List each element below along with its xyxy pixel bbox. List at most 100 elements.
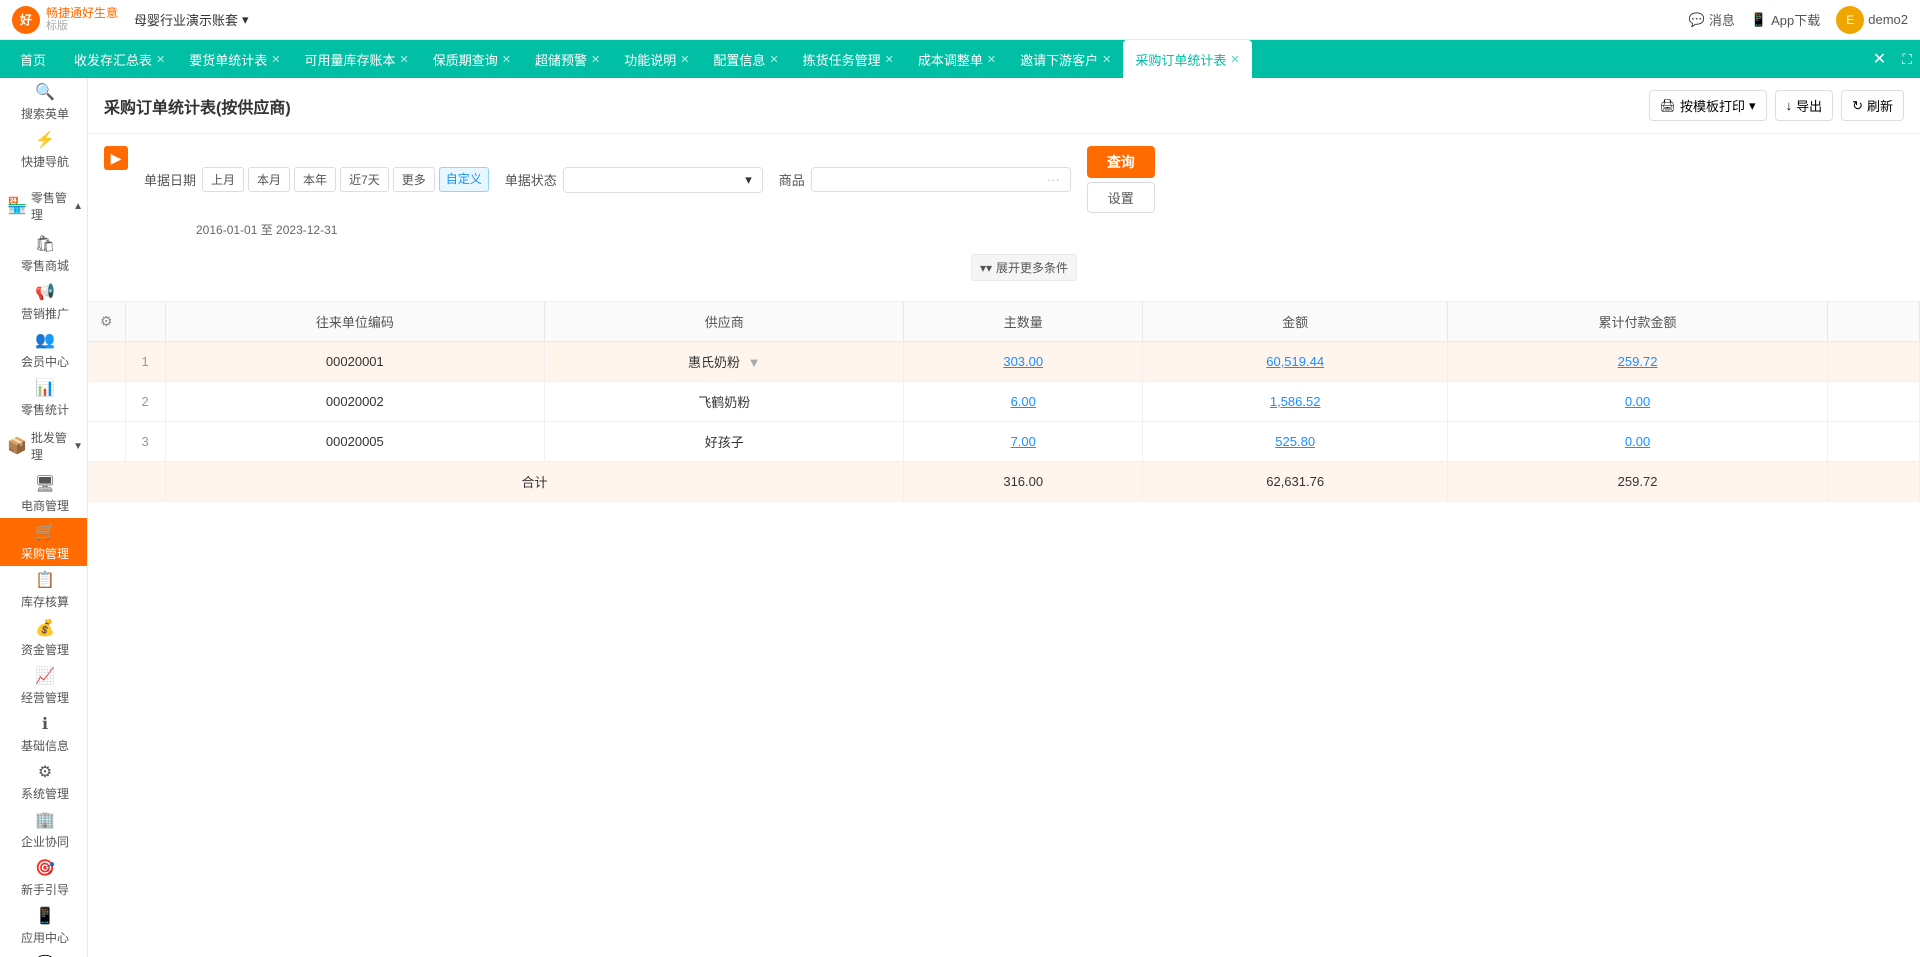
sidebar-item-enterprise-wechat[interactable]: 💬 企业微信 xyxy=(0,950,87,957)
app-center-icon: 📱 xyxy=(35,906,55,926)
expand-more-button[interactable]: ▾▾ 展开更多条件 xyxy=(971,254,1077,281)
date-btn-more[interactable]: 更多 xyxy=(393,167,435,192)
tab-cost-adjust[interactable]: 成本调整单 ✕ xyxy=(906,44,1008,74)
table-header-row: ⚙ 往来单位编码 供应商 主数量 金额 累计付款金额 xyxy=(88,302,1920,342)
td-amount: 1,586.52 xyxy=(1143,382,1448,422)
table-row: 3 00020005 好孩子 7.00 525.80 0.00 xyxy=(88,422,1920,462)
gear-icon[interactable]: ⚙ xyxy=(100,313,113,330)
close-icon[interactable]: ✕ xyxy=(591,53,600,66)
tab-receive-summary[interactable]: 收发存汇总表 ✕ xyxy=(62,44,177,74)
tab-home[interactable]: 首页 xyxy=(4,44,62,74)
message-action[interactable]: 💬 消息 xyxy=(1689,10,1735,29)
print-button[interactable]: 🖨 按模板打印 ▾ xyxy=(1649,90,1767,121)
status-select[interactable]: ▾ xyxy=(563,167,763,193)
close-icon[interactable]: ✕ xyxy=(156,53,165,66)
sidebar-item-finance[interactable]: 💰 资金管理 xyxy=(0,614,87,662)
table-header: ⚙ 往来单位编码 供应商 主数量 金额 累计付款金额 xyxy=(88,302,1920,342)
close-icon[interactable]: ✕ xyxy=(1230,53,1239,66)
td-row-num: 1 xyxy=(125,342,165,382)
sidebar-item-wholesale-mgmt[interactable]: 📦 批发管理 ▼ xyxy=(0,422,87,470)
user-name: demo2 xyxy=(1868,12,1908,27)
expand-more-label: 展开更多条件 xyxy=(996,259,1068,276)
app-download-label: App下载 xyxy=(1771,10,1820,29)
sidebar-item-ecommerce[interactable]: 🖥 电商管理 xyxy=(0,470,87,518)
close-icon[interactable]: ✕ xyxy=(271,53,280,66)
close-icon[interactable]: ✕ xyxy=(885,53,894,66)
td-total-paid: 259.72 xyxy=(1448,462,1828,502)
sidebar-item-retail-mgmt[interactable]: 🏪 零售管理 ▲ xyxy=(0,182,87,230)
date-btn-last-month[interactable]: 上月 xyxy=(202,167,244,192)
close-icon[interactable]: ✕ xyxy=(680,53,689,66)
filter-toggle-button[interactable]: ▶ xyxy=(104,146,128,170)
sidebar-item-inventory[interactable]: 📋 库存核算 xyxy=(0,566,87,614)
th-row-num xyxy=(125,302,165,342)
date-btn-this-year[interactable]: 本年 xyxy=(294,167,336,192)
td-checkbox xyxy=(88,382,125,422)
th-settings[interactable]: ⚙ xyxy=(88,302,125,342)
sidebar-item-quick-nav[interactable]: ⚡ 快捷导航 xyxy=(0,126,87,174)
nav-close-all-button[interactable]: ✕ xyxy=(1869,49,1890,69)
tab-function-desc[interactable]: 功能说明 ✕ xyxy=(612,44,701,74)
td-supplier-name: 飞鹤奶粉 xyxy=(545,382,904,422)
tab-config-info[interactable]: 配置信息 ✕ xyxy=(701,44,790,74)
basic-info-icon: ℹ xyxy=(42,714,48,734)
sidebar-item-retail-stats[interactable]: 📊 零售统计 xyxy=(0,374,87,422)
td-total-amount: 62,631.76 xyxy=(1143,462,1448,502)
date-btn-this-month[interactable]: 本月 xyxy=(248,167,290,192)
operations-icon: 📈 xyxy=(35,666,55,686)
close-icon[interactable]: ✕ xyxy=(987,53,996,66)
tab-overstock-alert[interactable]: 超储预警 ✕ xyxy=(523,44,612,74)
tab-task-mgmt[interactable]: 拣货任务管理 ✕ xyxy=(791,44,906,74)
status-filter: 单据状态 ▾ xyxy=(505,167,763,193)
app-download-action[interactable]: 📱 App下载 xyxy=(1751,10,1820,29)
sidebar-item-retail-mall[interactable]: 🛍 零售商城 xyxy=(0,230,87,278)
refresh-button[interactable]: ↻ 刷新 xyxy=(1841,90,1904,121)
close-icon[interactable]: ✕ xyxy=(400,53,409,66)
search-icon: 🔍 xyxy=(35,82,55,102)
nav-tabs: 首页 收发存汇总表 ✕ 要货单统计表 ✕ 可用量库存账本 ✕ 保质期查询 ✕ 超… xyxy=(0,40,1920,78)
sidebar-item-purchase-mgmt[interactable]: 🛒 采购管理 xyxy=(0,518,87,566)
sidebar-item-app-center[interactable]: 📱 应用中心 xyxy=(0,902,87,950)
goods-input[interactable] xyxy=(822,172,1043,187)
nav-expand-button[interactable]: ⛶ xyxy=(1898,51,1916,68)
query-button[interactable]: 查询 xyxy=(1087,146,1155,178)
tab-available-stock[interactable]: 可用量库存账本 ✕ xyxy=(292,44,420,74)
tab-purchase-summary[interactable]: 采购订单统计表 ✕ xyxy=(1123,40,1251,78)
sidebar-item-member-center[interactable]: 👥 会员中心 xyxy=(0,326,87,374)
workspace-selector[interactable]: 母婴行业演示账套 ▾ xyxy=(134,10,249,29)
enterprise-icon: 🏢 xyxy=(35,810,55,830)
sidebar-item-basic-info[interactable]: ℹ 基础信息 xyxy=(0,710,87,758)
sidebar-item-system[interactable]: ⚙ 系统管理 xyxy=(0,758,87,806)
user-action[interactable]: E demo2 xyxy=(1836,6,1908,34)
purchase-mgmt-icon: 🛒 xyxy=(35,522,55,542)
finance-icon: 💰 xyxy=(35,618,55,638)
close-icon[interactable]: ✕ xyxy=(1102,53,1111,66)
workspace-name: 母婴行业演示账套 xyxy=(134,10,238,29)
date-range-buttons: 上月 本月 本年 近7天 更多 自定义 xyxy=(202,167,489,192)
sidebar-item-marketing[interactable]: 📢 营销推广 xyxy=(0,278,87,326)
expand-row-icon[interactable]: ▼ xyxy=(748,355,761,370)
chevron-down-icon: ▾ xyxy=(242,12,249,28)
td-amount: 525.80 xyxy=(1143,422,1448,462)
tab-expiry-query[interactable]: 保质期查询 ✕ xyxy=(421,44,523,74)
sidebar-item-search[interactable]: 🔍 搜索英单 xyxy=(0,78,87,126)
message-label: 消息 xyxy=(1709,10,1735,29)
sidebar-item-operations[interactable]: 📈 经营管理 xyxy=(0,662,87,710)
export-button[interactable]: ↓ 导出 xyxy=(1775,90,1834,121)
sidebar-item-new-guide[interactable]: 🎯 新手引导 xyxy=(0,854,87,902)
date-btn-7days[interactable]: 近7天 xyxy=(340,167,389,192)
tab-order-summary[interactable]: 要货单统计表 ✕ xyxy=(177,44,292,74)
filter-inner: 单据日期 上月 本月 本年 近7天 更多 自定义 xyxy=(136,146,1904,289)
td-paid-amount: 0.00 xyxy=(1448,422,1828,462)
th-supplier-code: 往来单位编码 xyxy=(165,302,545,342)
goods-filter: 商品 ··· xyxy=(779,167,1071,192)
filter-row-1: 单据日期 上月 本月 本年 近7天 更多 自定义 xyxy=(144,146,1904,213)
nav-tabs-right: ✕ ⛶ xyxy=(1869,49,1916,69)
close-icon[interactable]: ✕ xyxy=(769,53,778,66)
sidebar-item-enterprise[interactable]: 🏢 企业协同 xyxy=(0,806,87,854)
tab-invite-downstream[interactable]: 邀请下游客户 ✕ xyxy=(1008,44,1123,74)
settings-button[interactable]: 设置 xyxy=(1087,182,1155,213)
page-title: 采购订单统计表(按供应商) xyxy=(104,94,291,118)
close-icon[interactable]: ✕ xyxy=(502,53,511,66)
td-supplier-code: 00020001 xyxy=(165,342,545,382)
